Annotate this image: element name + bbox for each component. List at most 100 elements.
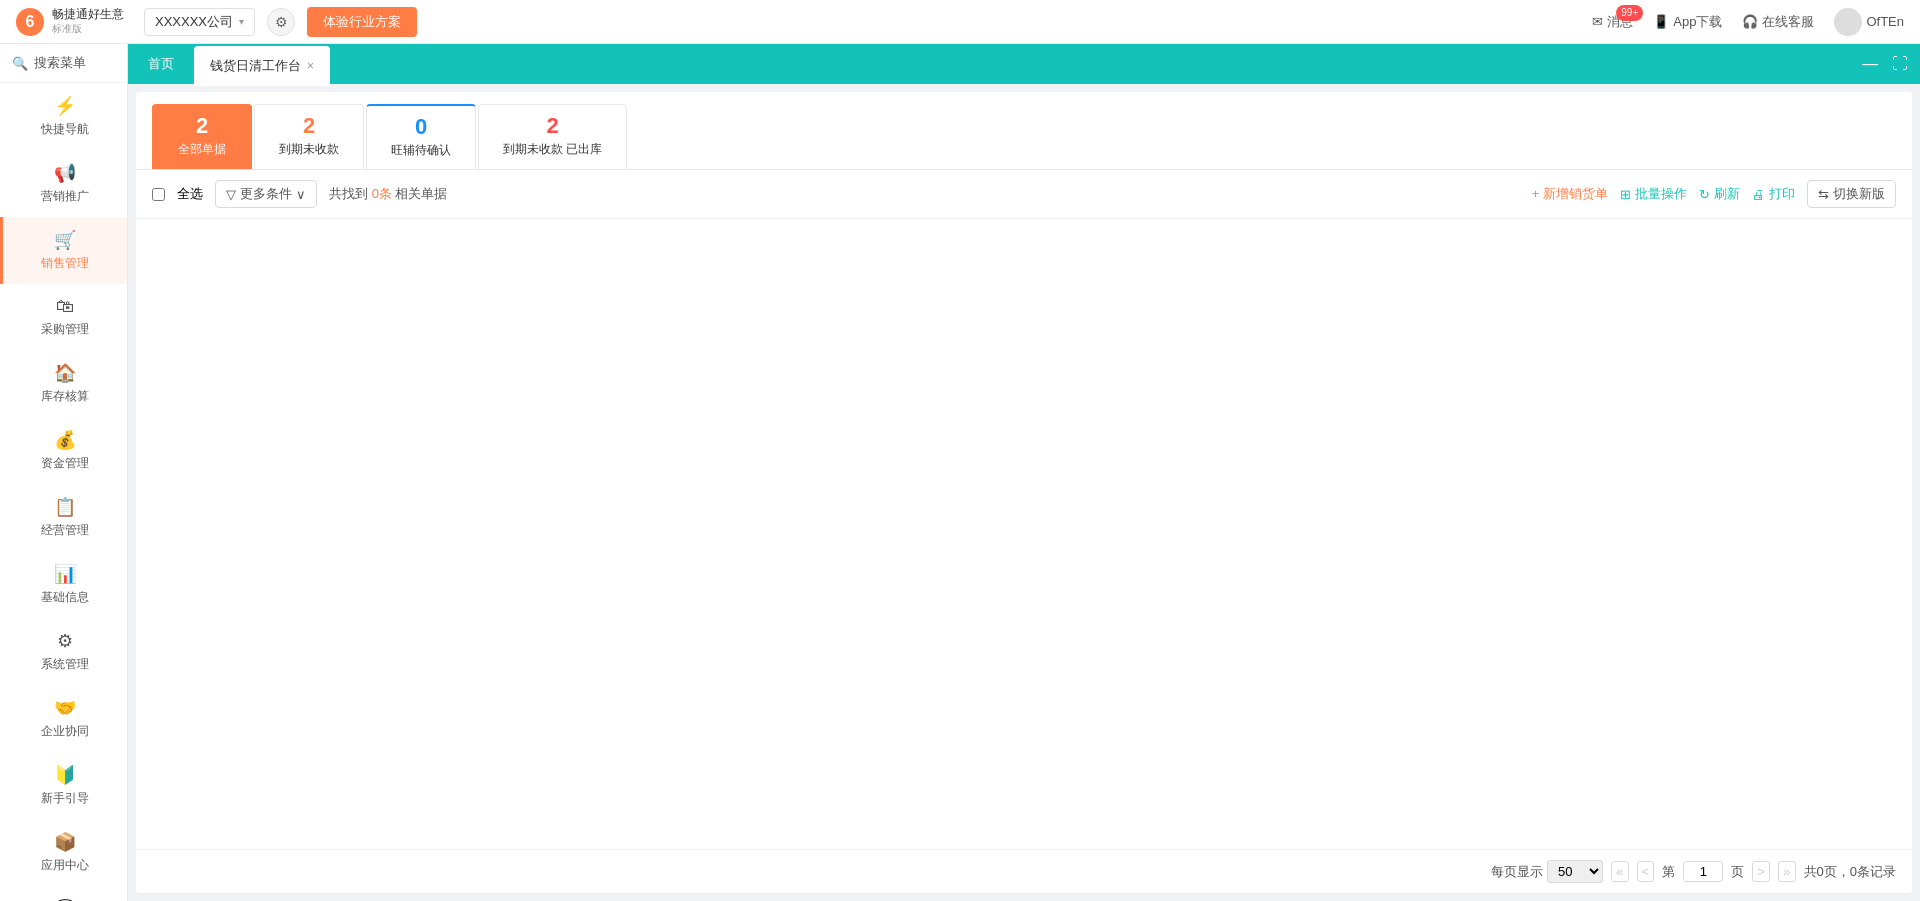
stats-tab-overdue[interactable]: 2 到期未收款 <box>254 104 364 169</box>
sidebar-item-label: 快捷导航 <box>41 121 89 138</box>
logo-text-block: 畅捷通好生意 标准版 <box>52 7 124 37</box>
guide-icon: 🔰 <box>54 764 76 786</box>
sidebar-search[interactable]: 🔍 搜索菜单 <box>0 44 127 83</box>
basics-icon: 📊 <box>54 563 76 585</box>
refresh-icon: ↻ <box>1699 187 1710 202</box>
sales-icon: 🛒 <box>54 229 76 251</box>
sidebar-item-finance[interactable]: 💰 资金管理 <box>0 417 127 484</box>
stats-tab-all[interactable]: 2 全部单据 <box>152 104 252 169</box>
tab-maximize-button[interactable]: ⛶ <box>1888 51 1912 77</box>
logo-text: 畅捷通好生意 <box>52 7 124 23</box>
page-content: 2 全部单据 2 到期未收款 0 旺辅待确认 2 到期未收款 已出库 <box>136 92 1912 893</box>
table-area <box>136 219 1912 849</box>
sidebar-item-label: 营销推广 <box>41 188 89 205</box>
next-page-button[interactable]: > <box>1752 861 1770 882</box>
settings-gear-button[interactable]: ⚙ <box>267 8 295 36</box>
sidebar-item-quick-nav[interactable]: ⚡ 快捷导航 <box>0 83 127 150</box>
sidebar-item-guide[interactable]: 🔰 新手引导 <box>0 752 127 819</box>
switch-version-button[interactable]: ⇆ 切换新版 <box>1807 180 1896 208</box>
page-number-input[interactable] <box>1683 861 1723 882</box>
batch-label: 批量操作 <box>1635 185 1687 203</box>
sidebar-item-sales[interactable]: 🛒 销售管理 <box>0 217 127 284</box>
tab-home[interactable]: 首页 <box>128 44 194 84</box>
content-area: 首页 钱货日清工作台 × — ⛶ 2 全部单据 2 到期未收款 <box>128 44 1920 901</box>
last-page-button[interactable]: » <box>1778 861 1795 882</box>
refresh-button[interactable]: ↻ 刷新 <box>1699 185 1740 203</box>
search-icon: 🔍 <box>12 56 28 71</box>
pagination: 每页显示 50 10 20 100 « < 第 页 > » 共0页，0条记录 <box>136 849 1912 893</box>
header-middle: ⚙ 体验行业方案 <box>267 7 417 37</box>
filter-button[interactable]: ▽ 更多条件 ∨ <box>215 180 317 208</box>
message-badge: 99+ <box>1616 5 1643 21</box>
tab-current[interactable]: 钱货日清工作台 × <box>194 46 330 86</box>
inventory-icon: 🏠 <box>54 362 76 384</box>
tab-minimize-button[interactable]: — <box>1858 51 1882 77</box>
sidebar-item-label: 采购管理 <box>41 321 89 338</box>
company-name: XXXXXX公司 <box>155 13 233 31</box>
logo-area: 6 畅捷通好生意 标准版 <box>16 7 144 37</box>
tab-current-label: 钱货日清工作台 <box>210 57 301 75</box>
batch-operation-button[interactable]: ⊞ 批量操作 <box>1620 185 1687 203</box>
finance-icon: 💰 <box>54 429 76 451</box>
system-icon: ⚙ <box>57 630 73 652</box>
page-label: 第 <box>1662 863 1675 881</box>
sidebar-item-system[interactable]: ⚙ 系统管理 <box>0 618 127 685</box>
online-service-button[interactable]: 🎧 在线客服 <box>1742 13 1814 31</box>
first-page-button[interactable]: « <box>1611 861 1628 882</box>
company-selector[interactable]: XXXXXX公司 ▾ <box>144 8 255 36</box>
stats-tab-pending[interactable]: 0 旺辅待确认 <box>366 104 476 169</box>
filter-arrow-icon: ∨ <box>296 187 306 202</box>
username-label: OfTEn <box>1866 14 1904 29</box>
logo-sub: 标准版 <box>52 22 124 36</box>
sidebar-item-wechat[interactable]: 💬 企业微信 <box>0 886 127 901</box>
logo-icon: 6 <box>16 8 44 36</box>
sidebar-item-basics[interactable]: 📊 基础信息 <box>0 551 127 618</box>
filter-label: 更多条件 <box>240 185 292 203</box>
tab-close-button[interactable]: × <box>307 59 314 73</box>
select-all-checkbox[interactable] <box>152 188 165 201</box>
add-sales-order-button[interactable]: + 新增销货单 <box>1532 185 1608 203</box>
sidebar-item-label: 系统管理 <box>41 656 89 673</box>
app-download-button[interactable]: 📱 App下载 <box>1653 13 1722 31</box>
sidebar-item-label: 应用中心 <box>41 857 89 874</box>
sidebar-item-label: 销售管理 <box>41 255 89 272</box>
app-center-icon: 📦 <box>54 831 76 853</box>
page-size-select: 每页显示 50 10 20 100 <box>1491 860 1603 883</box>
page-size-label: 每页显示 <box>1491 863 1543 881</box>
sidebar-item-label: 基础信息 <box>41 589 89 606</box>
toolbar: 全选 ▽ 更多条件 ∨ 共找到 0条 相关单据 + 新增销货单 ⊞ 批量操作 <box>136 170 1912 219</box>
prev-page-button[interactable]: < <box>1637 861 1655 882</box>
stats-tab-all-number: 2 <box>196 113 208 139</box>
tab-bar-right: — ⛶ <box>1858 51 1920 77</box>
found-prefix: 共找到 <box>329 186 368 201</box>
stats-tab-overdue-out[interactable]: 2 到期未收款 已出库 <box>478 104 627 169</box>
sidebar-item-app-center[interactable]: 📦 应用中心 <box>0 819 127 886</box>
sidebar-item-enterprise[interactable]: 🤝 企业协同 <box>0 685 127 752</box>
sidebar: 🔍 搜索菜单 ⚡ 快捷导航 📢 营销推广 🛒 销售管理 🛍 采购管理 🏠 库存核… <box>0 44 128 901</box>
message-button[interactable]: ✉ 消息 99+ <box>1592 13 1633 31</box>
stats-tab-pending-number: 0 <box>415 114 427 140</box>
marketing-icon: 📢 <box>54 162 76 184</box>
online-service-label: 在线客服 <box>1762 13 1814 31</box>
page-size-dropdown[interactable]: 50 10 20 100 <box>1547 860 1603 883</box>
message-icon: ✉ <box>1592 14 1603 29</box>
sidebar-item-operations[interactable]: 📋 经营管理 <box>0 484 127 551</box>
stats-tab-overdue-out-number: 2 <box>547 113 559 139</box>
print-button[interactable]: 🖨 打印 <box>1752 185 1795 203</box>
sidebar-item-inventory[interactable]: 🏠 库存核算 <box>0 350 127 417</box>
stats-tab-overdue-label: 到期未收款 <box>279 141 339 158</box>
app-download-icon: 📱 <box>1653 14 1669 29</box>
stats-tab-overdue-out-label: 到期未收款 已出库 <box>503 141 602 158</box>
sidebar-item-marketing[interactable]: 📢 营销推广 <box>0 150 127 217</box>
sidebar-item-label: 资金管理 <box>41 455 89 472</box>
page-suffix: 页 <box>1731 863 1744 881</box>
search-menu-label: 搜索菜单 <box>34 54 86 72</box>
filter-icon: ▽ <box>226 187 236 202</box>
top-header: 6 畅捷通好生意 标准版 XXXXXX公司 ▾ ⚙ 体验行业方案 ✉ 消息 99… <box>0 0 1920 44</box>
trial-industry-button[interactable]: 体验行业方案 <box>307 7 417 37</box>
tab-bar: 首页 钱货日清工作台 × — ⛶ <box>128 44 1920 84</box>
user-avatar-area[interactable]: OfTEn <box>1834 8 1904 36</box>
found-text: 共找到 0条 相关单据 <box>329 185 447 203</box>
sidebar-item-purchase[interactable]: 🛍 采购管理 <box>0 284 127 350</box>
app-download-label: App下载 <box>1673 13 1722 31</box>
